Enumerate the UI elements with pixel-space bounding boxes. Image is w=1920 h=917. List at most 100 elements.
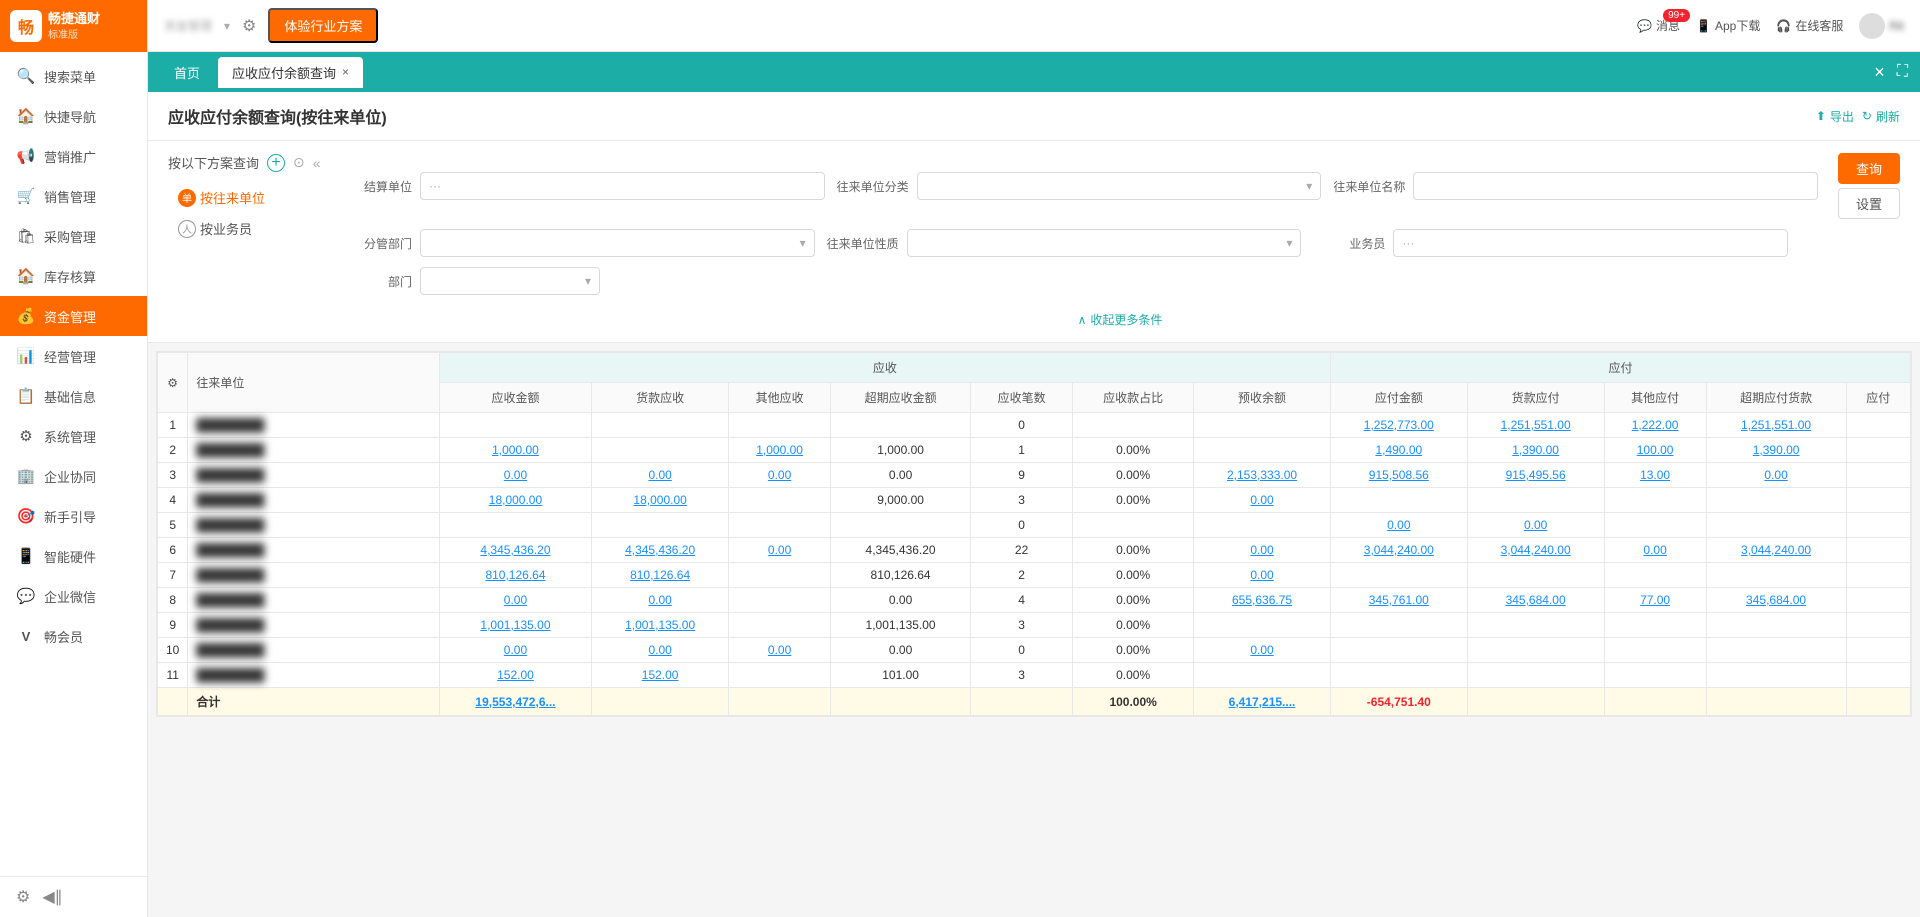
filter-add-icon[interactable]: + <box>267 154 285 172</box>
partner-name[interactable]: ████████ <box>188 588 439 613</box>
receivable-goods[interactable]: 4,345,436.20 <box>592 538 729 563</box>
tab-home[interactable]: 首页 <box>160 57 214 88</box>
messages-action[interactable]: 💬 消息 99+ <box>1637 17 1680 34</box>
user-action[interactable]: Rit <box>1859 13 1904 39</box>
receivable-goods[interactable]: 18,000.00 <box>592 488 729 513</box>
payable-goods[interactable]: 345,684.00 <box>1467 588 1604 613</box>
receivable-amount[interactable]: 1,001,135.00 <box>439 613 592 638</box>
receivable-amount[interactable]: 1,000.00 <box>439 438 592 463</box>
sidebar-item-search[interactable]: 🔍 搜索菜单 <box>0 56 147 96</box>
partner-name[interactable]: ████████ <box>188 613 439 638</box>
overdue-payable[interactable]: 1,390.00 <box>1706 438 1846 463</box>
receivable-amount[interactable]: 0.00 <box>439 638 592 663</box>
refresh-button[interactable]: ↻ 刷新 <box>1862 108 1900 125</box>
payable-other[interactable]: 1,222.00 <box>1604 413 1706 438</box>
sidebar-item-wechat[interactable]: 💬 企业微信 <box>0 576 147 616</box>
input-salesperson[interactable]: ··· <box>1393 229 1788 257</box>
breadcrumb-dropdown-icon[interactable]: ▾ <box>224 19 230 33</box>
advance-balance[interactable]: 0.00 <box>1194 488 1331 513</box>
sidebar-item-finance[interactable]: 💰 资金管理 <box>0 296 147 336</box>
payable-other[interactable]: 77.00 <box>1604 588 1706 613</box>
payable-other[interactable]: 0.00 <box>1604 538 1706 563</box>
advance-balance[interactable]: 0.00 <box>1194 638 1331 663</box>
payable-goods[interactable]: 915,495.56 <box>1467 463 1604 488</box>
receivable-goods[interactable]: 0.00 <box>592 638 729 663</box>
total-advance-balance[interactable]: 6,417,215.... <box>1194 688 1331 716</box>
sidebar-item-member[interactable]: V 畅会员 <box>0 616 147 656</box>
input-settlement-unit[interactable]: ··· <box>420 172 825 200</box>
topbar-gear-icon[interactable]: ⚙ <box>242 16 256 36</box>
receivable-other[interactable]: 0.00 <box>729 638 831 663</box>
tab-balance-query[interactable]: 应收应付余额查询 × <box>218 57 363 88</box>
overdue-payable[interactable]: 1,251,551.00 <box>1706 413 1846 438</box>
payable-amount[interactable]: 1,490.00 <box>1330 438 1467 463</box>
collapse-more-button[interactable]: ∧ 收起更多条件 <box>340 305 1900 330</box>
select-dept[interactable]: ▾ <box>420 267 600 295</box>
sidebar-item-purchase[interactable]: 🛍 采购管理 <box>0 216 147 256</box>
sidebar-item-sales[interactable]: 🛒 销售管理 <box>0 176 147 216</box>
payable-amount[interactable]: 0.00 <box>1330 513 1467 538</box>
receivable-goods[interactable]: 0.00 <box>592 588 729 613</box>
scheme-by-staff[interactable]: 人 按业务员 <box>168 215 328 242</box>
overdue-payable[interactable]: 0.00 <box>1706 463 1846 488</box>
customer-service-action[interactable]: 🎧 在线客服 <box>1776 17 1843 34</box>
payable-other[interactable]: 13.00 <box>1604 463 1706 488</box>
partner-name[interactable]: ████████ <box>188 513 439 538</box>
payable-amount[interactable]: 915,508.56 <box>1330 463 1467 488</box>
sidebar-item-hardware[interactable]: 📱 智能硬件 <box>0 536 147 576</box>
partner-name[interactable]: ████████ <box>188 663 439 688</box>
total-receivable-amount[interactable]: 19,553,472,6... <box>439 688 592 716</box>
select-partner-nature[interactable]: ▾ <box>907 229 1302 257</box>
sidebar-item-basic[interactable]: 📋 基础信息 <box>0 376 147 416</box>
partner-name[interactable]: ████████ <box>188 538 439 563</box>
tab-window-close-icon[interactable]: × <box>1874 62 1885 83</box>
payable-goods[interactable]: 1,251,551.00 <box>1467 413 1604 438</box>
settings-button[interactable]: 设置 <box>1838 188 1900 219</box>
sidebar-item-marketing[interactable]: 📢 营销推广 <box>0 136 147 176</box>
advance-balance[interactable]: 2,153,333.00 <box>1194 463 1331 488</box>
receivable-amount[interactable]: 0.00 <box>439 588 592 613</box>
query-button[interactable]: 查询 <box>1838 153 1900 184</box>
select-manage-dept[interactable]: ▾ <box>420 229 815 257</box>
payable-amount[interactable]: 345,761.00 <box>1330 588 1467 613</box>
payable-other[interactable]: 100.00 <box>1604 438 1706 463</box>
receivable-amount[interactable]: 152.00 <box>439 663 592 688</box>
advance-balance[interactable]: 0.00 <box>1194 563 1331 588</box>
partner-name[interactable]: ████████ <box>188 413 439 438</box>
filter-edit-icon[interactable]: ⊙ <box>293 154 305 171</box>
partner-name[interactable]: ████████ <box>188 463 439 488</box>
payable-amount[interactable]: 3,044,240.00 <box>1330 538 1467 563</box>
receivable-goods[interactable]: 1,001,135.00 <box>592 613 729 638</box>
advance-balance[interactable]: 655,636.75 <box>1194 588 1331 613</box>
payable-goods[interactable]: 0.00 <box>1467 513 1604 538</box>
collapse-sidebar-icon[interactable]: ◀∥ <box>42 887 62 907</box>
sidebar-item-shortcut[interactable]: 🏠 快捷导航 <box>0 96 147 136</box>
receivable-goods[interactable]: 810,126.64 <box>592 563 729 588</box>
sidebar-item-enterprise[interactable]: 🏢 企业协同 <box>0 456 147 496</box>
receivable-amount[interactable]: 810,126.64 <box>439 563 592 588</box>
overdue-payable[interactable]: 345,684.00 <box>1706 588 1846 613</box>
receivable-other[interactable]: 0.00 <box>729 463 831 488</box>
partner-name[interactable]: ████████ <box>188 563 439 588</box>
export-button[interactable]: ⬆ 导出 <box>1816 108 1854 125</box>
payable-goods[interactable]: 3,044,240.00 <box>1467 538 1604 563</box>
tab-fullscreen-icon[interactable]: ⛶ <box>1897 63 1908 81</box>
receivable-goods[interactable]: 0.00 <box>592 463 729 488</box>
payable-goods[interactable]: 1,390.00 <box>1467 438 1604 463</box>
promo-button[interactable]: 体验行业方案 <box>268 8 378 43</box>
app-download-action[interactable]: 📱 App下载 <box>1696 17 1760 34</box>
select-partner-category[interactable]: ▾ <box>917 172 1322 200</box>
overdue-payable[interactable]: 3,044,240.00 <box>1706 538 1846 563</box>
scheme-by-partner[interactable]: 单 按往来单位 <box>168 184 328 211</box>
receivable-other[interactable]: 0.00 <box>729 538 831 563</box>
receivable-amount[interactable]: 0.00 <box>439 463 592 488</box>
sidebar-item-operations[interactable]: 📊 经营管理 <box>0 336 147 376</box>
settings-icon[interactable]: ⚙ <box>16 887 30 907</box>
table-settings-icon[interactable]: ⚙ <box>167 376 178 390</box>
receivable-amount[interactable]: 4,345,436.20 <box>439 538 592 563</box>
sidebar-item-guide[interactable]: 🎯 新手引导 <box>0 496 147 536</box>
tab-close-icon[interactable]: × <box>342 65 349 79</box>
table-scroll[interactable]: ⚙ 往来单位 应收 应付 应收金额 货款应收 其他应收 超期应收金额 <box>157 352 1911 716</box>
partner-name[interactable]: ████████ <box>188 438 439 463</box>
filter-collapse-icon[interactable]: « <box>313 155 321 171</box>
